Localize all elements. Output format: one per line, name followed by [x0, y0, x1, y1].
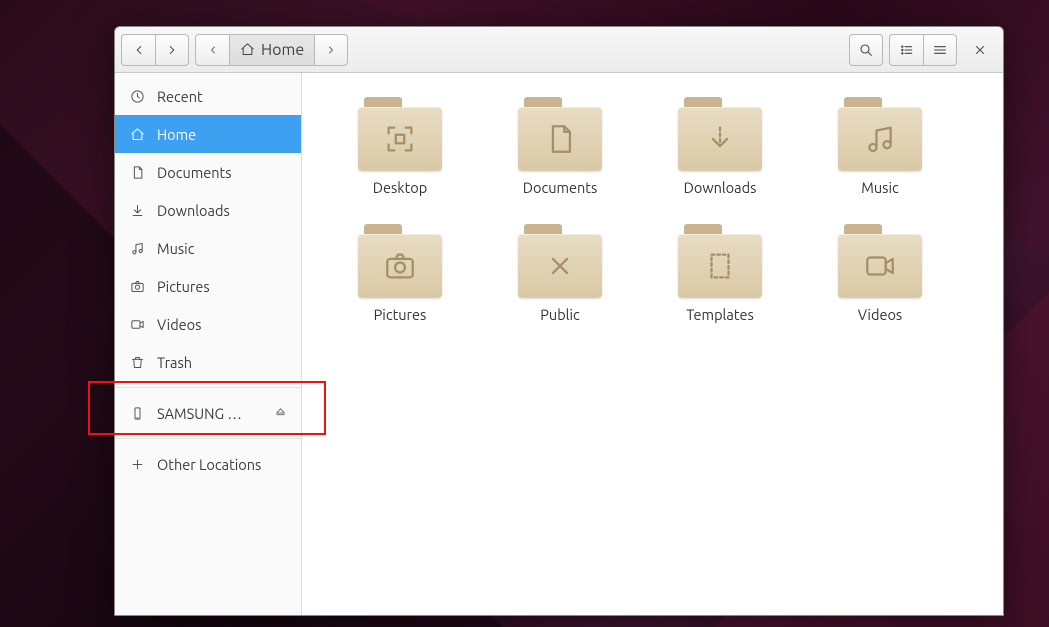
folder-label: Music — [861, 179, 898, 196]
document-icon — [129, 165, 145, 180]
sidebar-item-pictures[interactable]: Pictures — [115, 267, 301, 305]
plus-icon — [129, 457, 145, 472]
folder-music[interactable]: Music — [800, 97, 960, 196]
window-body: Recent Home Documents Downloads Music Pi — [115, 73, 1003, 615]
search-icon — [858, 42, 874, 58]
eject-icon — [274, 406, 287, 419]
folder-pictures[interactable]: Pictures — [320, 224, 480, 323]
clock-icon — [129, 89, 145, 104]
folder-label: Documents — [523, 179, 598, 196]
sidebar-item-documents[interactable]: Documents — [115, 153, 301, 191]
sidebar-item-label: Recent — [157, 88, 203, 105]
sidebar-item-videos[interactable]: Videos — [115, 305, 301, 343]
folder-videos[interactable]: Videos — [800, 224, 960, 323]
path-prev-button[interactable] — [195, 34, 229, 66]
folder-icon — [358, 97, 442, 171]
headerbar: Home — [115, 27, 1003, 73]
folder-icon — [678, 224, 762, 298]
folder-label: Pictures — [374, 306, 427, 323]
trash-icon — [129, 355, 145, 370]
close-button[interactable] — [963, 34, 997, 66]
search-button[interactable] — [849, 34, 883, 66]
list-icon — [899, 42, 915, 58]
sidebar-item-downloads[interactable]: Downloads — [115, 191, 301, 229]
sidebar-item-label: Pictures — [157, 278, 210, 295]
sidebar-item-recent[interactable]: Recent — [115, 77, 301, 115]
sidebar-item-label: Documents — [157, 164, 232, 181]
folder-label: Videos — [858, 306, 902, 323]
sidebar-item-label: Trash — [157, 354, 192, 371]
folder-label: Downloads — [684, 179, 757, 196]
sidebar-item-trash[interactable]: Trash — [115, 343, 301, 381]
path-segment-label: Home — [261, 41, 304, 59]
folder-grid: Desktop Documents Downloads — [320, 97, 985, 323]
folder-label: Public — [540, 306, 580, 323]
view-switcher — [889, 34, 957, 66]
view-menu-button[interactable] — [923, 34, 957, 66]
sidebar-item-label: Home — [157, 126, 196, 143]
sidebar-item-music[interactable]: Music — [115, 229, 301, 267]
sidebar-item-home[interactable]: Home — [115, 115, 301, 153]
sidebar-separator — [115, 438, 301, 439]
home-icon — [240, 42, 255, 57]
folder-icon — [518, 97, 602, 171]
folder-downloads[interactable]: Downloads — [640, 97, 800, 196]
sidebar-item-label: Other Locations — [157, 456, 261, 473]
folder-icon — [518, 224, 602, 298]
sidebar-item-device-samsung[interactable]: SAMSUNG … — [115, 394, 301, 432]
path-next-button[interactable] — [314, 34, 348, 66]
nav-buttons — [121, 34, 189, 66]
folder-label: Desktop — [373, 179, 427, 196]
folder-icon — [838, 224, 922, 298]
video-icon — [129, 317, 145, 332]
camera-icon — [129, 279, 145, 294]
folder-desktop[interactable]: Desktop — [320, 97, 480, 196]
sidebar-item-label: Music — [157, 240, 194, 257]
file-manager-window: Home Recent — [114, 26, 1004, 616]
phone-icon — [129, 406, 145, 421]
folder-icon — [838, 97, 922, 171]
folder-documents[interactable]: Documents — [480, 97, 640, 196]
pathbar: Home — [195, 34, 348, 66]
forward-button[interactable] — [155, 34, 189, 66]
sidebar-item-label: Downloads — [157, 202, 230, 219]
list-view-button[interactable] — [889, 34, 923, 66]
music-icon — [129, 241, 145, 256]
home-icon — [129, 127, 145, 142]
sidebar-item-label: Videos — [157, 316, 201, 333]
folder-label: Templates — [686, 306, 754, 323]
chevron-down-icon — [932, 42, 948, 58]
sidebar-separator — [115, 387, 301, 388]
sidebar-item-label: SAMSUNG … — [157, 405, 242, 422]
folder-templates[interactable]: Templates — [640, 224, 800, 323]
sidebar: Recent Home Documents Downloads Music Pi — [115, 73, 302, 615]
path-segment-home[interactable]: Home — [229, 34, 314, 66]
folder-icon — [678, 97, 762, 171]
folder-public[interactable]: Public — [480, 224, 640, 323]
sidebar-item-other-locations[interactable]: Other Locations — [115, 445, 301, 483]
close-icon — [973, 43, 987, 57]
folder-icon — [358, 224, 442, 298]
content-area: Desktop Documents Downloads — [302, 73, 1003, 615]
back-button[interactable] — [121, 34, 155, 66]
download-icon — [129, 203, 145, 218]
eject-button[interactable] — [274, 405, 287, 422]
